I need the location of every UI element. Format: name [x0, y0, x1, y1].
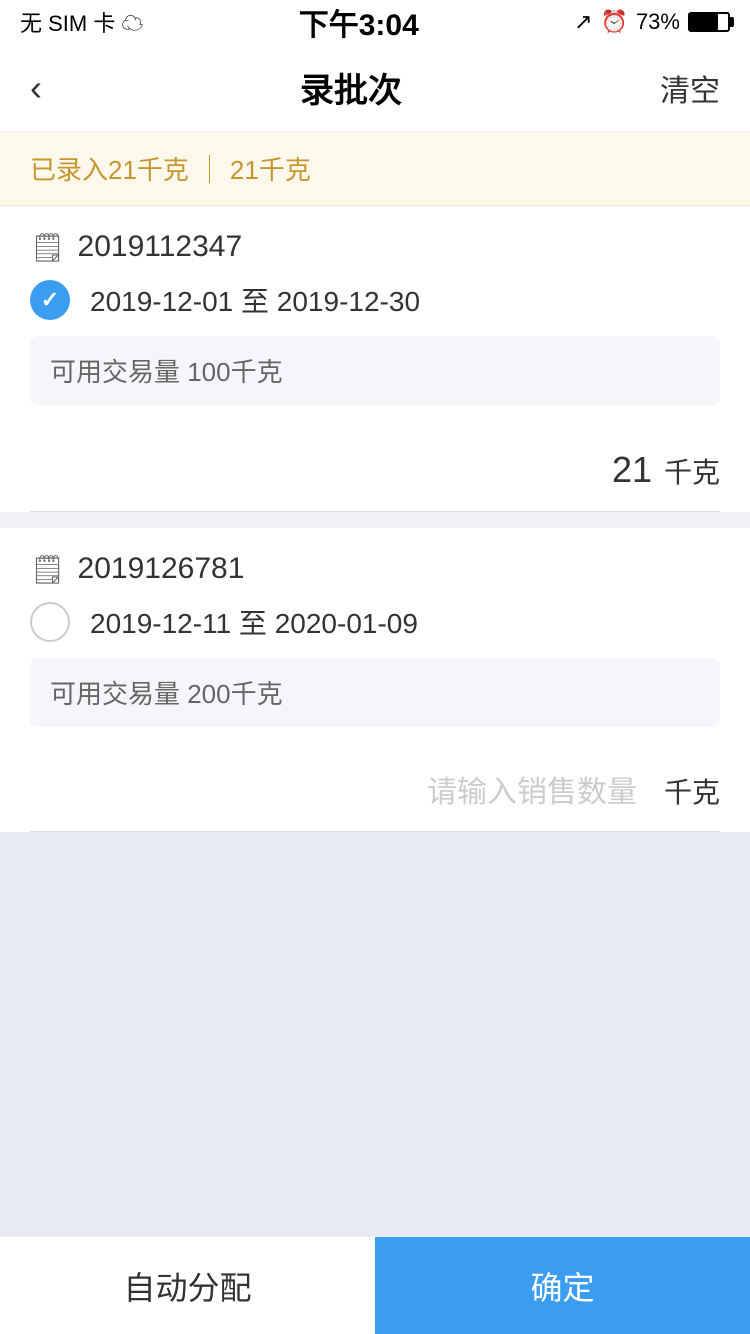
battery-percent: 73% — [636, 9, 680, 35]
info-divider — [209, 155, 210, 183]
batch-doc-icon-1: 🗒 — [30, 231, 66, 264]
radio-checked-1[interactable]: ✓ — [30, 280, 70, 320]
input-row-2: 千克 — [0, 751, 750, 831]
page-title: 录批次 — [300, 63, 402, 112]
confirm-button[interactable]: 确定 — [375, 1237, 750, 1334]
status-left: 无 SIM 卡 ☁ — [20, 6, 143, 38]
amount-unit-1: 千克 — [664, 451, 720, 491]
batch-header-2: 🗒 2019126781 — [30, 552, 720, 586]
empty-area — [0, 832, 750, 1236]
amount-row-1: 21 千克 — [0, 429, 750, 511]
battery-icon — [688, 12, 730, 32]
batch-item-2: 🗒 2019126781 2019-12-11 至 2020-01-09 可用交… — [0, 528, 750, 751]
radio-unchecked-2[interactable] — [30, 602, 70, 642]
batch-date-row-2: 2019-12-11 至 2020-01-09 — [30, 602, 720, 642]
check-icon-1: ✓ — [41, 287, 59, 313]
back-button[interactable]: ‹ — [30, 67, 42, 109]
batch-avail-1: 可用交易量 100千克 — [30, 336, 720, 405]
info-banner: 已录入21千克 21千克 — [0, 132, 750, 206]
auto-distribute-button[interactable]: 自动分配 — [0, 1237, 375, 1334]
batch-item-1: 🗒 2019112347 ✓ 2019-12-01 至 2019-12-30 可… — [0, 206, 750, 429]
location-icon: ↗ — [574, 9, 592, 35]
batch-id-2: 2019126781 — [78, 552, 245, 586]
batch-header-1: 🗒 2019112347 — [30, 230, 720, 264]
section-divider — [0, 512, 750, 528]
status-right: ↗ ⏰ 73% — [574, 9, 730, 35]
batch-date-2: 2019-12-11 至 2020-01-09 — [90, 602, 418, 642]
clear-button[interactable]: 清空 — [660, 66, 720, 110]
input-unit-2: 千克 — [664, 771, 720, 811]
nav-bar: ‹ 录批次 清空 — [0, 44, 750, 132]
amount-value-1: 21 — [612, 449, 652, 491]
batch-avail-2: 可用交易量 200千克 — [30, 658, 720, 727]
bottom-bar: 自动分配 确定 — [0, 1236, 750, 1334]
batch-date-row-1: ✓ 2019-12-01 至 2019-12-30 — [30, 280, 720, 320]
alarm-icon: ⏰ — [601, 9, 628, 35]
sim-label: 无 SIM 卡 ☁ — [20, 6, 143, 38]
recorded-value: 21千克 — [230, 150, 311, 187]
batch-id-1: 2019112347 — [78, 230, 243, 264]
batch-doc-icon-2: 🗒 — [30, 553, 66, 586]
quantity-input-2[interactable] — [352, 776, 652, 810]
status-time: 下午3:04 — [299, 0, 419, 44]
battery-fill — [690, 14, 718, 30]
batch-date-1: 2019-12-01 至 2019-12-30 — [90, 280, 420, 320]
recorded-label: 已录入21千克 — [30, 150, 189, 187]
status-bar: 无 SIM 卡 ☁ 下午3:04 ↗ ⏰ 73% — [0, 0, 750, 44]
